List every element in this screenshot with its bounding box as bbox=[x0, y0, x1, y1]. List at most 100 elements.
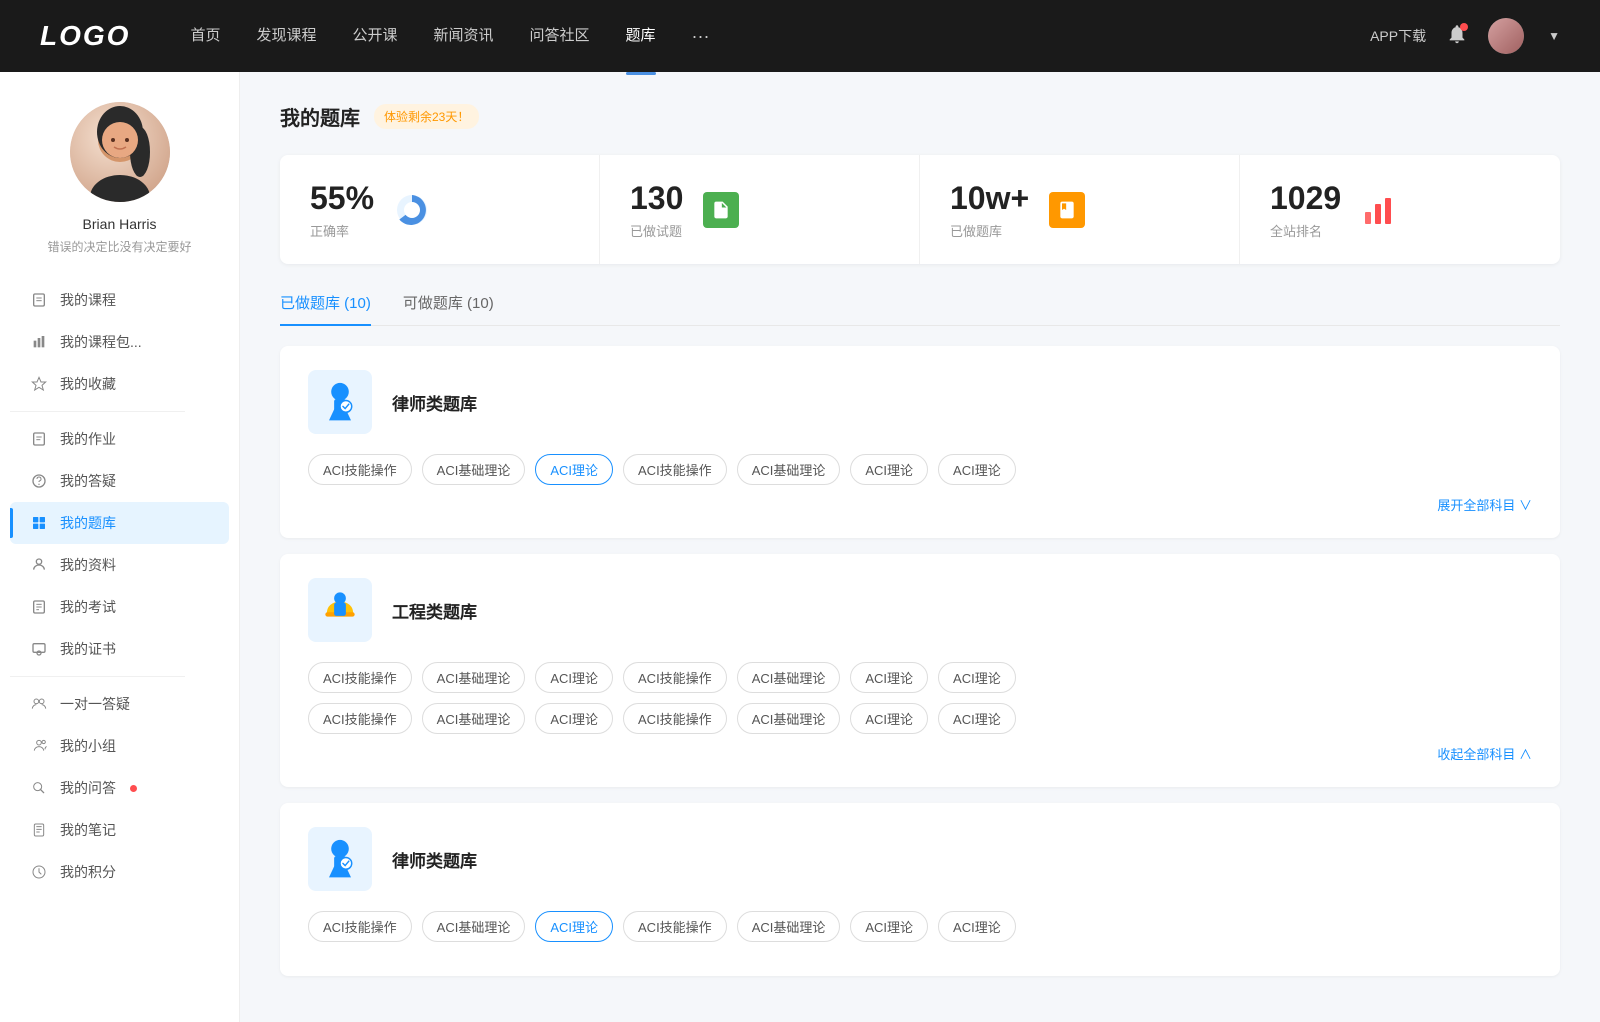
tag-eng-5[interactable]: ACI理论 bbox=[850, 662, 928, 693]
nav-opencourse[interactable]: 公开课 bbox=[352, 24, 397, 49]
stat-done-questions: 130 已做试题 bbox=[600, 155, 920, 264]
stat-value-ranking: 1029 bbox=[1270, 179, 1341, 217]
tab-available[interactable]: 可做题库 (10) bbox=[403, 292, 494, 325]
certificate-icon bbox=[30, 640, 48, 658]
sidebar-label-favorites: 我的收藏 bbox=[60, 374, 116, 394]
sidebar-item-notes[interactable]: 我的笔记 bbox=[10, 809, 229, 851]
sidebar-label-tutor: 一对一答疑 bbox=[60, 694, 130, 714]
tag-lawyer-1-4[interactable]: ACI基础理论 bbox=[737, 454, 841, 485]
stat-correctness: 55% 正确率 bbox=[280, 155, 600, 264]
nav-qa[interactable]: 问答社区 bbox=[530, 24, 590, 49]
stat-info-correctness: 55% 正确率 bbox=[310, 179, 374, 240]
qbank-title-lawyer-2: 律师类题库 bbox=[392, 847, 477, 872]
qbank-section-engineer: 工程类题库 ACI技能操作 ACI基础理论 ACI理论 ACI技能操作 ACI基… bbox=[280, 554, 1560, 787]
tags-row-engineer-2: ACI技能操作 ACI基础理论 ACI理论 ACI技能操作 ACI基础理论 AC… bbox=[308, 703, 1532, 734]
nav-home[interactable]: 首页 bbox=[190, 24, 220, 49]
sidebar-item-profile[interactable]: 我的资料 bbox=[10, 544, 229, 586]
stat-done-banks: 10w+ 已做题库 bbox=[920, 155, 1240, 264]
bell-button[interactable] bbox=[1446, 23, 1468, 50]
nav-news[interactable]: 新闻资讯 bbox=[434, 24, 494, 49]
expand-link-lawyer-1[interactable]: 展开全部科目 ∨ bbox=[308, 495, 1532, 514]
sidebar-item-homework[interactable]: 我的作业 bbox=[10, 418, 229, 460]
tag-eng2-5[interactable]: ACI理论 bbox=[850, 703, 928, 734]
tag-eng2-2[interactable]: ACI理论 bbox=[535, 703, 613, 734]
sidebar-item-exam[interactable]: 我的考试 bbox=[10, 586, 229, 628]
sidebar-label-homework: 我的作业 bbox=[60, 429, 116, 449]
nav-discover[interactable]: 发现课程 bbox=[256, 24, 316, 49]
tag-lawyer-1-6[interactable]: ACI理论 bbox=[938, 454, 1016, 485]
tag-eng2-0[interactable]: ACI技能操作 bbox=[308, 703, 412, 734]
qbank-header-engineer: 工程类题库 bbox=[308, 578, 1532, 642]
sidebar-item-qa[interactable]: 我的答疑 bbox=[10, 460, 229, 502]
navbar: LOGO 首页 发现课程 公开课 新闻资讯 问答社区 题库 ··· APP下载 … bbox=[0, 0, 1600, 72]
profile-avatar-svg bbox=[70, 102, 170, 202]
tag-eng-4[interactable]: ACI基础理论 bbox=[737, 662, 841, 693]
app-download-button[interactable]: APP下载 bbox=[1370, 26, 1426, 46]
tag-lawyer2-3[interactable]: ACI技能操作 bbox=[623, 911, 727, 942]
tag-lawyer-1-0[interactable]: ACI技能操作 bbox=[308, 454, 412, 485]
homework-icon bbox=[30, 430, 48, 448]
qbank-section-lawyer-2: 律师类题库 ACI技能操作 ACI基础理论 ACI理论 ACI技能操作 ACI基… bbox=[280, 803, 1560, 976]
tag-lawyer2-5[interactable]: ACI理论 bbox=[850, 911, 928, 942]
tags-row-engineer-1: ACI技能操作 ACI基础理论 ACI理论 ACI技能操作 ACI基础理论 AC… bbox=[308, 662, 1532, 693]
tag-eng2-6[interactable]: ACI理论 bbox=[938, 703, 1016, 734]
sidebar-item-certificate[interactable]: 我的证书 bbox=[10, 628, 229, 670]
sidebar-item-qbank[interactable]: 我的题库 bbox=[10, 502, 229, 544]
nav-more[interactable]: ··· bbox=[692, 26, 710, 47]
sidebar-item-groups[interactable]: 我的小组 bbox=[10, 725, 229, 767]
qbank-header-lawyer-1: 律师类题库 bbox=[308, 370, 1532, 434]
main-content: 我的题库 体验剩余23天！ 55% 正确率 bbox=[240, 72, 1600, 1022]
tag-lawyer-1-3[interactable]: ACI技能操作 bbox=[623, 454, 727, 485]
tag-eng-3[interactable]: ACI技能操作 bbox=[623, 662, 727, 693]
group-icon bbox=[30, 737, 48, 755]
profile-avatar bbox=[70, 102, 170, 202]
avatar-dropdown-arrow[interactable]: ▼ bbox=[1548, 29, 1560, 43]
tag-lawyer-1-5[interactable]: ACI理论 bbox=[850, 454, 928, 485]
tag-eng-0[interactable]: ACI技能操作 bbox=[308, 662, 412, 693]
qbank-section-lawyer-1: 律师类题库 ACI技能操作 ACI基础理论 ACI理论 ACI技能操作 ACI基… bbox=[280, 346, 1560, 538]
exam-icon bbox=[30, 598, 48, 616]
sidebar-item-course-packages[interactable]: 我的课程包... bbox=[10, 321, 229, 363]
tags-row-lawyer-1: ACI技能操作 ACI基础理论 ACI理论 ACI技能操作 ACI基础理论 AC… bbox=[308, 454, 1532, 485]
sidebar-item-questions[interactable]: 我的问答 bbox=[10, 767, 229, 809]
stat-ranking: 1029 全站排名 bbox=[1240, 155, 1560, 264]
tag-eng-6[interactable]: ACI理论 bbox=[938, 662, 1016, 693]
tag-lawyer-1-2[interactable]: ACI理论 bbox=[535, 454, 613, 485]
stat-info-done-questions: 130 已做试题 bbox=[630, 179, 683, 240]
sidebar-label-certificate: 我的证书 bbox=[60, 639, 116, 659]
tag-lawyer-1-1[interactable]: ACI基础理论 bbox=[422, 454, 526, 485]
stat-value-done-questions: 130 bbox=[630, 179, 683, 217]
points-icon bbox=[30, 863, 48, 881]
collapse-link-engineer[interactable]: 收起全部科目 ∧ bbox=[308, 744, 1532, 763]
star-icon bbox=[30, 375, 48, 393]
tab-done[interactable]: 已做题库 (10) bbox=[280, 292, 371, 325]
tag-eng2-1[interactable]: ACI基础理论 bbox=[422, 703, 526, 734]
qa-icon bbox=[30, 779, 48, 797]
tag-eng2-4[interactable]: ACI基础理论 bbox=[737, 703, 841, 734]
tag-lawyer2-1[interactable]: ACI基础理论 bbox=[422, 911, 526, 942]
questions-notification-dot bbox=[130, 785, 137, 792]
sidebar-item-favorites[interactable]: 我的收藏 bbox=[10, 363, 229, 405]
sidebar-item-my-courses[interactable]: 我的课程 bbox=[10, 279, 229, 321]
tag-eng2-3[interactable]: ACI技能操作 bbox=[623, 703, 727, 734]
sidebar-item-points[interactable]: 我的积分 bbox=[10, 851, 229, 893]
tag-lawyer2-0[interactable]: ACI技能操作 bbox=[308, 911, 412, 942]
nav-qbank[interactable]: 题库 bbox=[626, 24, 656, 49]
tag-lawyer2-2[interactable]: ACI理论 bbox=[535, 911, 613, 942]
stat-info-ranking: 1029 全站排名 bbox=[1270, 179, 1341, 240]
profile-name: Brian Harris bbox=[83, 216, 157, 232]
tag-lawyer2-6[interactable]: ACI理论 bbox=[938, 911, 1016, 942]
avatar-image bbox=[1488, 18, 1524, 54]
avatar[interactable] bbox=[1488, 18, 1524, 54]
sidebar-item-tutor[interactable]: 一对一答疑 bbox=[10, 683, 229, 725]
tag-eng-2[interactable]: ACI理论 bbox=[535, 662, 613, 693]
tag-eng-1[interactable]: ACI基础理论 bbox=[422, 662, 526, 693]
bell-notification-dot bbox=[1460, 23, 1468, 31]
stat-value-correctness: 55% bbox=[310, 179, 374, 217]
tutor-icon bbox=[30, 695, 48, 713]
logo[interactable]: LOGO bbox=[40, 20, 130, 52]
stat-label-done-banks: 已做题库 bbox=[950, 221, 1029, 240]
main-layout: Brian Harris 错误的决定比没有决定要好 我的课程 我的课程包... bbox=[0, 72, 1600, 1022]
done-questions-icon-wrap bbox=[701, 190, 741, 230]
tag-lawyer2-4[interactable]: ACI基础理论 bbox=[737, 911, 841, 942]
